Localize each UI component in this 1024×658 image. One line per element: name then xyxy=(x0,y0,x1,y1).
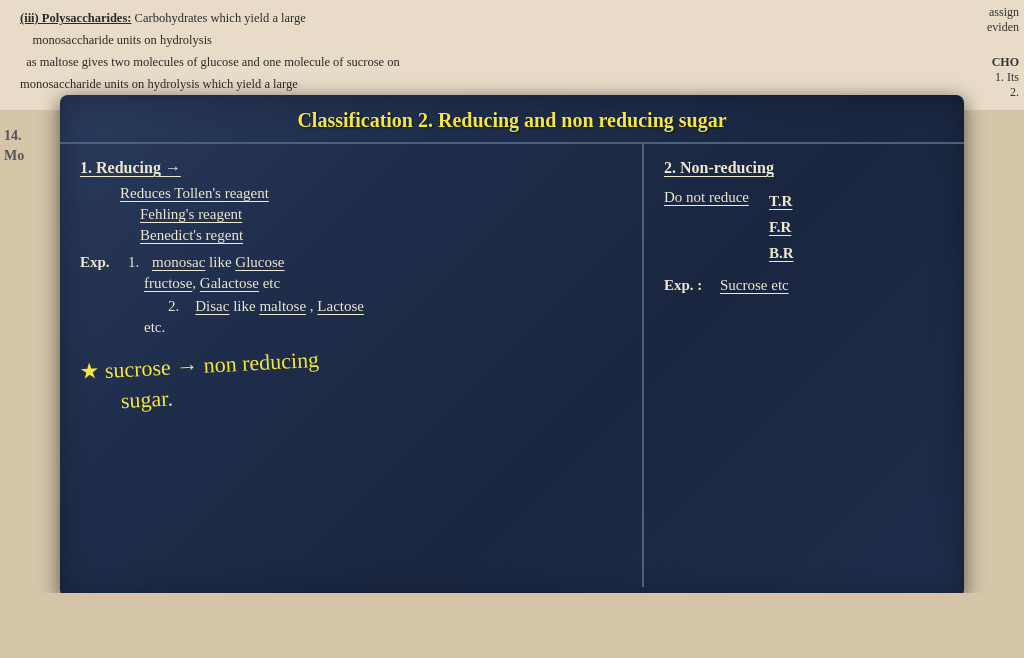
exp-num-2: 2. xyxy=(128,298,179,315)
exp-etc: etc. xyxy=(80,319,622,336)
exp-fructose: fructose, Galactose etc xyxy=(144,275,280,292)
left-margin-mo: Mo xyxy=(4,148,61,164)
item-benedict: Benedict's regent xyxy=(80,227,622,244)
exp-num-1: 1. xyxy=(128,254,144,271)
left-column: 1. Reducing → Reduces Tollen's reagent F… xyxy=(60,144,644,587)
reagent-tr: T.R xyxy=(769,189,794,213)
right-margin-eviden: eviden xyxy=(949,20,1019,35)
top-paper-content: (iii) Polysaccharides: Carbohydrates whi… xyxy=(0,0,1024,110)
exp-continuation-1: fructose, Galactose etc xyxy=(80,275,622,292)
exp-line-1: Exp. 1. monosac like Glucose xyxy=(80,254,622,271)
exp-text-1: monosac like Glucose xyxy=(152,254,284,271)
exp-label: Exp. xyxy=(80,254,120,271)
reagent-br: B.R xyxy=(769,241,794,265)
bottom-paper xyxy=(0,593,1024,658)
top-line-4: monosaccharide units on hydrolysis which… xyxy=(20,74,1004,94)
exp-section: Exp. 1. monosac like Glucose fructose, G… xyxy=(80,254,622,336)
reducing-heading: 1. Reducing → xyxy=(80,159,622,177)
hw-star: ★ xyxy=(79,358,100,384)
top-line-1: (iii) Polysaccharides: Carbohydrates whi… xyxy=(20,8,1004,28)
right-margin-1: 1. Its xyxy=(949,70,1019,85)
hw-line2: sugar. xyxy=(80,385,173,415)
top-line-2: monosaccharide units on hydrolysis xyxy=(20,30,1004,50)
exp-etc-text: etc. xyxy=(144,319,165,336)
item-fehling: Fehling's reagent xyxy=(80,206,622,223)
non-reducing-heading: 2. Non-reducing xyxy=(664,159,944,177)
hw-line1: sucrose → non reducing xyxy=(104,347,319,383)
screen-content: 1. Reducing → Reduces Tollen's reagent F… xyxy=(60,144,964,587)
exp-right: Exp. : Sucrose etc xyxy=(664,277,944,294)
exp-right-sucrose: Sucrose etc xyxy=(720,277,789,294)
reagents-stack: T.R F.R B.R xyxy=(769,189,794,265)
handwritten-note: ★ sucrose → non reducing sugar. xyxy=(79,343,362,419)
left-margin: 14. Mo xyxy=(0,110,65,172)
exp-right-line: Exp. : Sucrose etc xyxy=(664,277,944,294)
do-not-reduce-row: Do not reduce T.R F.R B.R xyxy=(664,189,944,265)
left-margin-14: 14. xyxy=(4,128,61,144)
blackboard-screen: Classification 2. Reducing and non reduc… xyxy=(60,95,964,598)
reagent-fr: F.R xyxy=(769,215,794,239)
top-text-bold: (iii) Polysaccharides: Carbohydrates whi… xyxy=(20,11,306,25)
item-tollens: Reduces Tollen's reagent xyxy=(80,185,622,202)
top-line-3: as maltose gives two molecules of glucos… xyxy=(20,52,1004,72)
right-margin-cho: CHO xyxy=(949,55,1019,70)
exp-right-label: Exp. : xyxy=(664,277,704,294)
do-not-reduce-text: Do not reduce xyxy=(664,189,749,206)
exp-line-2: 2. Disac like maltose , Lactose xyxy=(80,298,622,315)
right-margin-assign: assign xyxy=(949,5,1019,20)
right-column: 2. Non-reducing Do not reduce T.R F.R B.… xyxy=(644,144,964,587)
exp-text-2: Disac like maltose , Lactose xyxy=(187,298,364,315)
screen-title: Classification 2. Reducing and non reduc… xyxy=(60,95,964,144)
